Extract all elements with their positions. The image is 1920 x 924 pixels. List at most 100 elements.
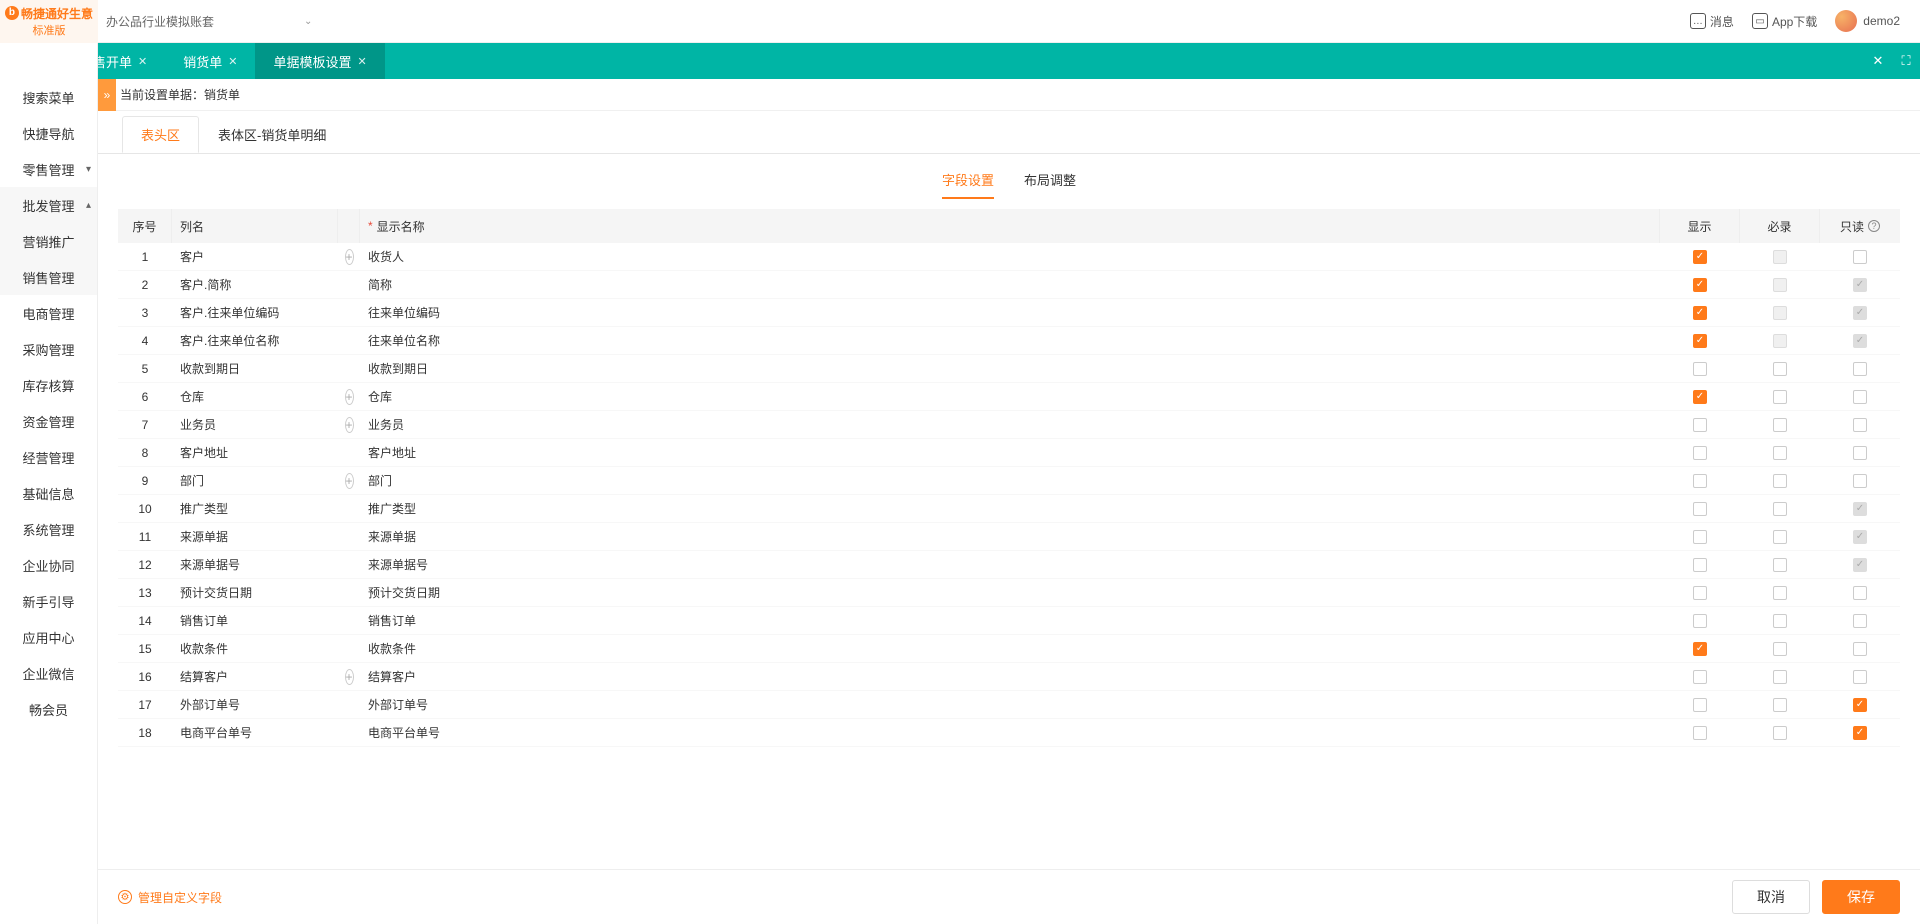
cell-display-name[interactable]: 销售订单 xyxy=(360,607,1660,634)
user-menu[interactable]: demo2 xyxy=(1835,10,1900,32)
rail-group[interactable]: 基础信息 xyxy=(0,475,97,511)
cell-display-name[interactable]: 往来单位名称 xyxy=(360,327,1660,354)
account-set-selector[interactable]: 办公品行业模拟账套 ⌄ xyxy=(106,13,312,30)
checkbox[interactable] xyxy=(1853,642,1867,656)
cell-display-name[interactable]: 客户地址 xyxy=(360,439,1660,466)
checkbox[interactable] xyxy=(1853,390,1867,404)
checkbox[interactable] xyxy=(1693,642,1707,656)
checkbox[interactable] xyxy=(1693,418,1707,432)
cell-display-name[interactable]: 仓库 xyxy=(360,383,1660,410)
rail-subitem[interactable]: 销售管理 xyxy=(0,259,97,295)
checkbox[interactable] xyxy=(1773,362,1787,376)
checkbox[interactable] xyxy=(1853,698,1867,712)
checkbox[interactable] xyxy=(1693,334,1707,348)
cell-display-name[interactable]: 电商平台单号 xyxy=(360,719,1660,746)
cell-display-name[interactable]: 部门 xyxy=(360,467,1660,494)
workspace-tab[interactable]: 销货单✕ xyxy=(165,43,255,79)
expand-column-button[interactable]: + xyxy=(345,389,354,405)
cell-display-name[interactable]: 来源单据号 xyxy=(360,551,1660,578)
cell-display-name[interactable]: 收款条件 xyxy=(360,635,1660,662)
tab-header-area[interactable]: 表头区 xyxy=(122,116,199,153)
expand-column-button[interactable]: + xyxy=(345,473,354,489)
checkbox[interactable] xyxy=(1853,586,1867,600)
checkbox[interactable] xyxy=(1693,614,1707,628)
checkbox[interactable] xyxy=(1773,670,1787,684)
close-tab-icon[interactable]: ✕ xyxy=(138,55,147,68)
checkbox[interactable] xyxy=(1773,614,1787,628)
help-icon[interactable]: ? xyxy=(1868,220,1880,232)
checkbox[interactable] xyxy=(1693,726,1707,740)
checkbox[interactable] xyxy=(1773,558,1787,572)
checkbox[interactable] xyxy=(1693,362,1707,376)
rail-item[interactable]: 快捷导航 xyxy=(0,115,97,151)
checkbox[interactable] xyxy=(1853,446,1867,460)
rail-group[interactable]: 系统管理 xyxy=(0,511,97,547)
checkbox[interactable] xyxy=(1693,390,1707,404)
checkbox[interactable] xyxy=(1693,670,1707,684)
checkbox[interactable] xyxy=(1693,474,1707,488)
expand-notice-button[interactable]: » xyxy=(98,79,116,111)
checkbox[interactable] xyxy=(1693,502,1707,516)
subtab-layout-adjust[interactable]: 布局调整 xyxy=(1024,170,1076,199)
checkbox[interactable] xyxy=(1853,418,1867,432)
checkbox[interactable] xyxy=(1693,306,1707,320)
app-download-link[interactable]: ▭ App下载 xyxy=(1752,13,1817,30)
subtab-field-settings[interactable]: 字段设置 xyxy=(942,170,994,199)
expand-column-button[interactable]: + xyxy=(345,669,354,685)
close-tab-icon[interactable]: ✕ xyxy=(228,55,237,68)
close-all-tabs-button[interactable]: ✕ xyxy=(1864,43,1892,79)
checkbox[interactable] xyxy=(1853,362,1867,376)
checkbox[interactable] xyxy=(1693,278,1707,292)
checkbox[interactable] xyxy=(1853,670,1867,684)
checkbox[interactable] xyxy=(1773,502,1787,516)
cell-display-name[interactable]: 来源单据 xyxy=(360,523,1660,550)
checkbox[interactable] xyxy=(1693,558,1707,572)
rail-item[interactable]: 搜索菜单 xyxy=(0,79,97,115)
cell-display-name[interactable]: 往来单位编码 xyxy=(360,299,1660,326)
messages-link[interactable]: … 消息 xyxy=(1690,13,1734,30)
fullscreen-button[interactable]: ⛶ xyxy=(1892,43,1920,79)
cell-display-name[interactable]: 简称 xyxy=(360,271,1660,298)
save-button[interactable]: 保存 xyxy=(1822,880,1900,914)
checkbox[interactable] xyxy=(1853,250,1867,264)
cell-display-name[interactable]: 业务员 xyxy=(360,411,1660,438)
checkbox[interactable] xyxy=(1773,446,1787,460)
tab-body-area[interactable]: 表体区-销货单明细 xyxy=(199,116,345,153)
checkbox[interactable] xyxy=(1773,586,1787,600)
rail-group[interactable]: 新手引导 xyxy=(0,583,97,619)
rail-group[interactable]: 企业协同 xyxy=(0,547,97,583)
rail-group[interactable]: 库存核算 xyxy=(0,367,97,403)
rail-group[interactable]: 资金管理 xyxy=(0,403,97,439)
rail-group[interactable]: 经营管理 xyxy=(0,439,97,475)
cell-display-name[interactable]: 收货人 xyxy=(360,243,1660,270)
cancel-button[interactable]: 取消 xyxy=(1732,880,1810,914)
cell-display-name[interactable]: 推广类型 xyxy=(360,495,1660,522)
checkbox[interactable] xyxy=(1693,530,1707,544)
checkbox[interactable] xyxy=(1773,530,1787,544)
checkbox[interactable] xyxy=(1693,250,1707,264)
rail-subitem[interactable]: 营销推广 xyxy=(0,223,97,259)
rail-group[interactable]: 畅会员 xyxy=(0,691,97,727)
checkbox[interactable] xyxy=(1773,726,1787,740)
cell-display-name[interactable]: 结算客户 xyxy=(360,663,1660,690)
grid-body[interactable]: 1客户+收货人2客户.简称简称3客户.往来单位编码往来单位编码4客户.往来单位名… xyxy=(118,243,1900,869)
checkbox[interactable] xyxy=(1773,474,1787,488)
checkbox[interactable] xyxy=(1853,726,1867,740)
cell-display-name[interactable]: 外部订单号 xyxy=(360,691,1660,718)
checkbox[interactable] xyxy=(1853,614,1867,628)
checkbox[interactable] xyxy=(1853,474,1867,488)
rail-group[interactable]: 电商管理 xyxy=(0,295,97,331)
cell-display-name[interactable]: 收款到期日 xyxy=(360,355,1660,382)
expand-column-button[interactable]: + xyxy=(345,417,354,433)
checkbox[interactable] xyxy=(1693,446,1707,460)
checkbox[interactable] xyxy=(1773,418,1787,432)
expand-column-button[interactable]: + xyxy=(345,249,354,265)
rail-group[interactable]: 采购管理 xyxy=(0,331,97,367)
close-tab-icon[interactable]: ✕ xyxy=(358,55,367,68)
checkbox[interactable] xyxy=(1773,390,1787,404)
checkbox[interactable] xyxy=(1773,698,1787,712)
rail-group[interactable]: 应用中心 xyxy=(0,619,97,655)
cell-display-name[interactable]: 预计交货日期 xyxy=(360,579,1660,606)
workspace-tab[interactable]: 单据模板设置✕ xyxy=(255,43,384,79)
checkbox[interactable] xyxy=(1773,642,1787,656)
